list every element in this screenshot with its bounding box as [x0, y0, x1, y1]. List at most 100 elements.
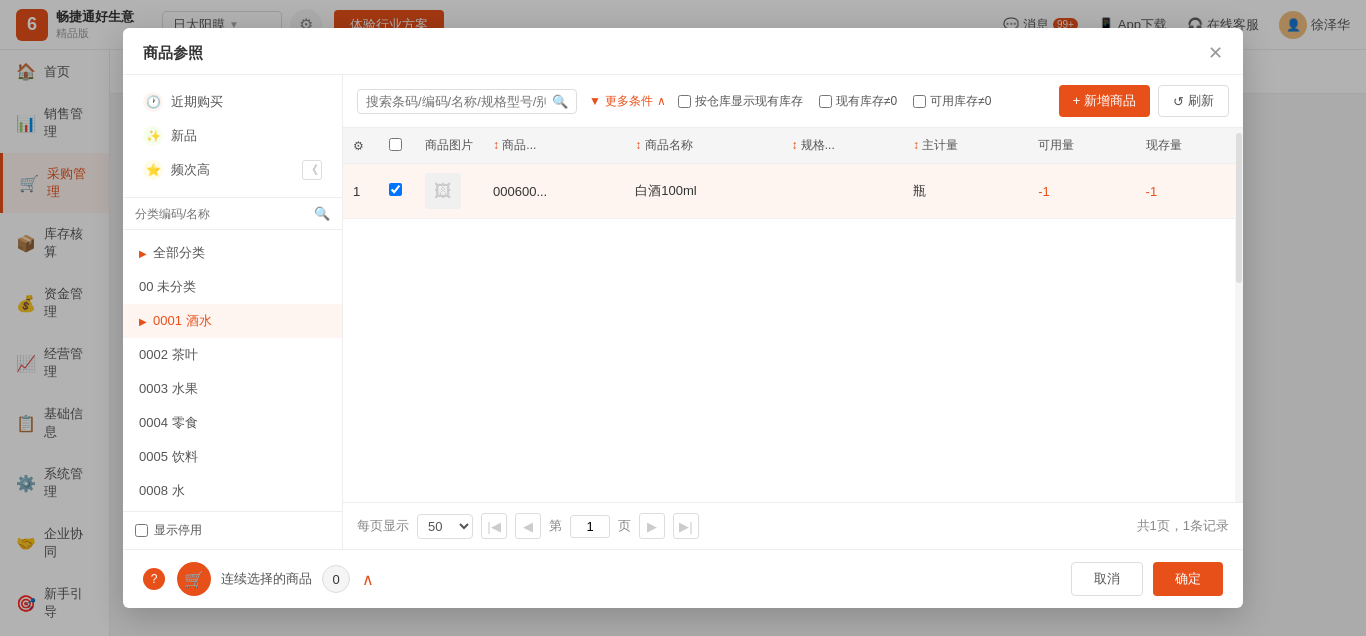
cat-0003-label: 0003 水果: [139, 381, 198, 396]
th-code-label: 商品...: [502, 138, 536, 152]
recent-icon: 🕐: [143, 92, 163, 112]
page-size-select[interactable]: 20 50 100: [417, 514, 473, 539]
page-size-label: 每页显示: [357, 517, 409, 535]
settings-icon: ⚙: [353, 139, 364, 153]
footer-collapse-arrow[interactable]: ∧: [362, 570, 374, 589]
row-index: 1: [343, 164, 379, 219]
prev-page-button[interactable]: ◀: [515, 513, 541, 539]
sort-icon-spec: ↕: [791, 138, 797, 152]
cat-item-all[interactable]: ▶ 全部分类: [123, 236, 342, 270]
sort-icon-name: ↕: [635, 138, 641, 152]
th-unit[interactable]: ↕ 主计量: [903, 128, 1028, 164]
cat-uncategorized-label: 00 未分类: [139, 279, 196, 294]
sort-icon-unit: ↕: [913, 138, 919, 152]
row-code: 000600...: [483, 164, 625, 219]
cat-item-uncategorized[interactable]: 00 未分类: [123, 270, 342, 304]
cart-icon-button[interactable]: 🛒: [177, 562, 211, 596]
check-available-stock-input[interactable]: [913, 95, 926, 108]
table-scrollbar[interactable]: [1235, 128, 1243, 502]
th-available: 可用量: [1028, 128, 1135, 164]
category-search-input[interactable]: [135, 207, 308, 221]
cat-0001-arrow-icon: ▶: [139, 316, 147, 327]
cat-0005-label: 0005 饮料: [139, 449, 198, 464]
sort-icon-code: ↕: [493, 138, 499, 152]
more-filter-button[interactable]: ▼ 更多条件 ∧: [589, 93, 666, 110]
check-nonzero-stock[interactable]: 现有库存≠0: [819, 93, 897, 110]
search-icon[interactable]: 🔍: [552, 94, 568, 109]
check-warehouse-stock-input[interactable]: [678, 95, 691, 108]
th-spec-label: 规格...: [801, 138, 835, 152]
frequent-icon: ⭐: [143, 160, 163, 180]
collapse-button[interactable]: 《: [302, 160, 322, 180]
category-list: ▶ 全部分类 00 未分类 ▶ 0001 酒水 0002 茶叶 0003 水果: [123, 230, 342, 511]
th-spec[interactable]: ↕ 规格...: [781, 128, 902, 164]
confirm-button[interactable]: 确定: [1153, 562, 1223, 596]
row-checkbox[interactable]: [389, 183, 402, 196]
category-search-icon[interactable]: 🔍: [314, 206, 330, 221]
first-page-button[interactable]: |◀: [481, 513, 507, 539]
cat-item-0001[interactable]: ▶ 0001 酒水: [123, 304, 342, 338]
filter-frequent-label: 频次高: [171, 161, 210, 179]
check-nonzero-label: 现有库存≠0: [836, 93, 897, 110]
select-all-checkbox[interactable]: [389, 138, 402, 151]
filter-collapse-icon: ∧: [657, 94, 666, 108]
th-unit-label: 主计量: [922, 138, 958, 152]
new-icon: ✨: [143, 126, 163, 146]
th-name[interactable]: ↕ 商品名称: [625, 128, 781, 164]
next-page-button[interactable]: ▶: [639, 513, 665, 539]
table-header-row: ⚙ 商品图片 ↕ 商品...: [343, 128, 1243, 164]
row-spec: [781, 164, 902, 219]
check-warehouse-stock[interactable]: 按仓库显示现有库存: [678, 93, 803, 110]
last-page-button[interactable]: ▶|: [673, 513, 699, 539]
toolbar-actions: + 新增商品 ↺ 刷新: [1059, 85, 1229, 117]
cart-count: 0: [322, 565, 350, 593]
product-search-box: 🔍: [357, 89, 577, 114]
cat-0004-label: 0004 零食: [139, 415, 198, 430]
row-unit: 瓶: [903, 164, 1028, 219]
left-panel: 🕐 近期购买 ✨ 新品 ⭐ 频次高 《 🔍: [123, 75, 343, 549]
cart-section: 🛒 连续选择的商品 0: [177, 562, 350, 596]
th-available-label: 可用量: [1038, 138, 1074, 152]
all-arrow-icon: ▶: [139, 248, 147, 259]
cat-item-0003[interactable]: 0003 水果: [123, 372, 342, 406]
modal-close-button[interactable]: ✕: [1208, 42, 1223, 64]
cancel-button[interactable]: 取消: [1071, 562, 1143, 596]
filter-frequent[interactable]: ⭐ 频次高 《: [135, 153, 330, 187]
cat-item-0004[interactable]: 0004 零食: [123, 406, 342, 440]
page-suffix: 页: [618, 517, 631, 535]
product-reference-modal: 商品参照 ✕ 🕐 近期购买 ✨ 新品 ⭐ 频次高: [123, 28, 1243, 608]
cat-item-0005[interactable]: 0005 饮料: [123, 440, 342, 474]
page-number-input[interactable]: [570, 515, 610, 538]
modal-footer: ? 🛒 连续选择的商品 0 ∧ 取消 确定: [123, 549, 1243, 608]
show-disabled-label: 显示停用: [154, 522, 202, 539]
product-table-container: ⚙ 商品图片 ↕ 商品...: [343, 128, 1243, 502]
table-body: 1 🖼 000600... 白酒100ml 瓶: [343, 164, 1243, 219]
refresh-label: 刷新: [1188, 92, 1214, 110]
check-nonzero-stock-input[interactable]: [819, 95, 832, 108]
filter-recent-label: 近期购买: [171, 93, 223, 111]
cat-item-0008[interactable]: 0008 水: [123, 474, 342, 508]
th-image: 商品图片: [415, 128, 483, 164]
show-disabled-area: 显示停用: [123, 511, 342, 549]
modal-overlay: 商品参照 ✕ 🕐 近期购买 ✨ 新品 ⭐ 频次高: [0, 0, 1366, 636]
th-settings[interactable]: ⚙: [343, 128, 379, 164]
filter-recent[interactable]: 🕐 近期购买: [135, 85, 330, 119]
check-warehouse-label: 按仓库显示现有库存: [695, 93, 803, 110]
product-search-input[interactable]: [366, 94, 546, 109]
filter-new[interactable]: ✨ 新品: [135, 119, 330, 153]
refresh-icon: ↺: [1173, 94, 1184, 109]
footer-actions: 取消 确定: [1071, 562, 1223, 596]
check-available-label: 可用库存≠0: [930, 93, 991, 110]
refresh-button[interactable]: ↺ 刷新: [1158, 85, 1229, 117]
add-product-button[interactable]: + 新增商品: [1059, 85, 1150, 117]
row-stock: -1: [1136, 164, 1243, 219]
cart-label: 连续选择的商品: [221, 570, 312, 588]
product-table: ⚙ 商品图片 ↕ 商品...: [343, 128, 1243, 219]
show-disabled-checkbox[interactable]: [135, 524, 148, 537]
cat-item-0002[interactable]: 0002 茶叶: [123, 338, 342, 372]
table-row[interactable]: 1 🖼 000600... 白酒100ml 瓶: [343, 164, 1243, 219]
check-available-stock[interactable]: 可用库存≠0: [913, 93, 991, 110]
help-button[interactable]: ?: [143, 568, 165, 590]
th-code[interactable]: ↕ 商品...: [483, 128, 625, 164]
pagination-bar: 每页显示 20 50 100 |◀ ◀ 第 页 ▶ ▶| 共1页，1条记录: [343, 502, 1243, 549]
